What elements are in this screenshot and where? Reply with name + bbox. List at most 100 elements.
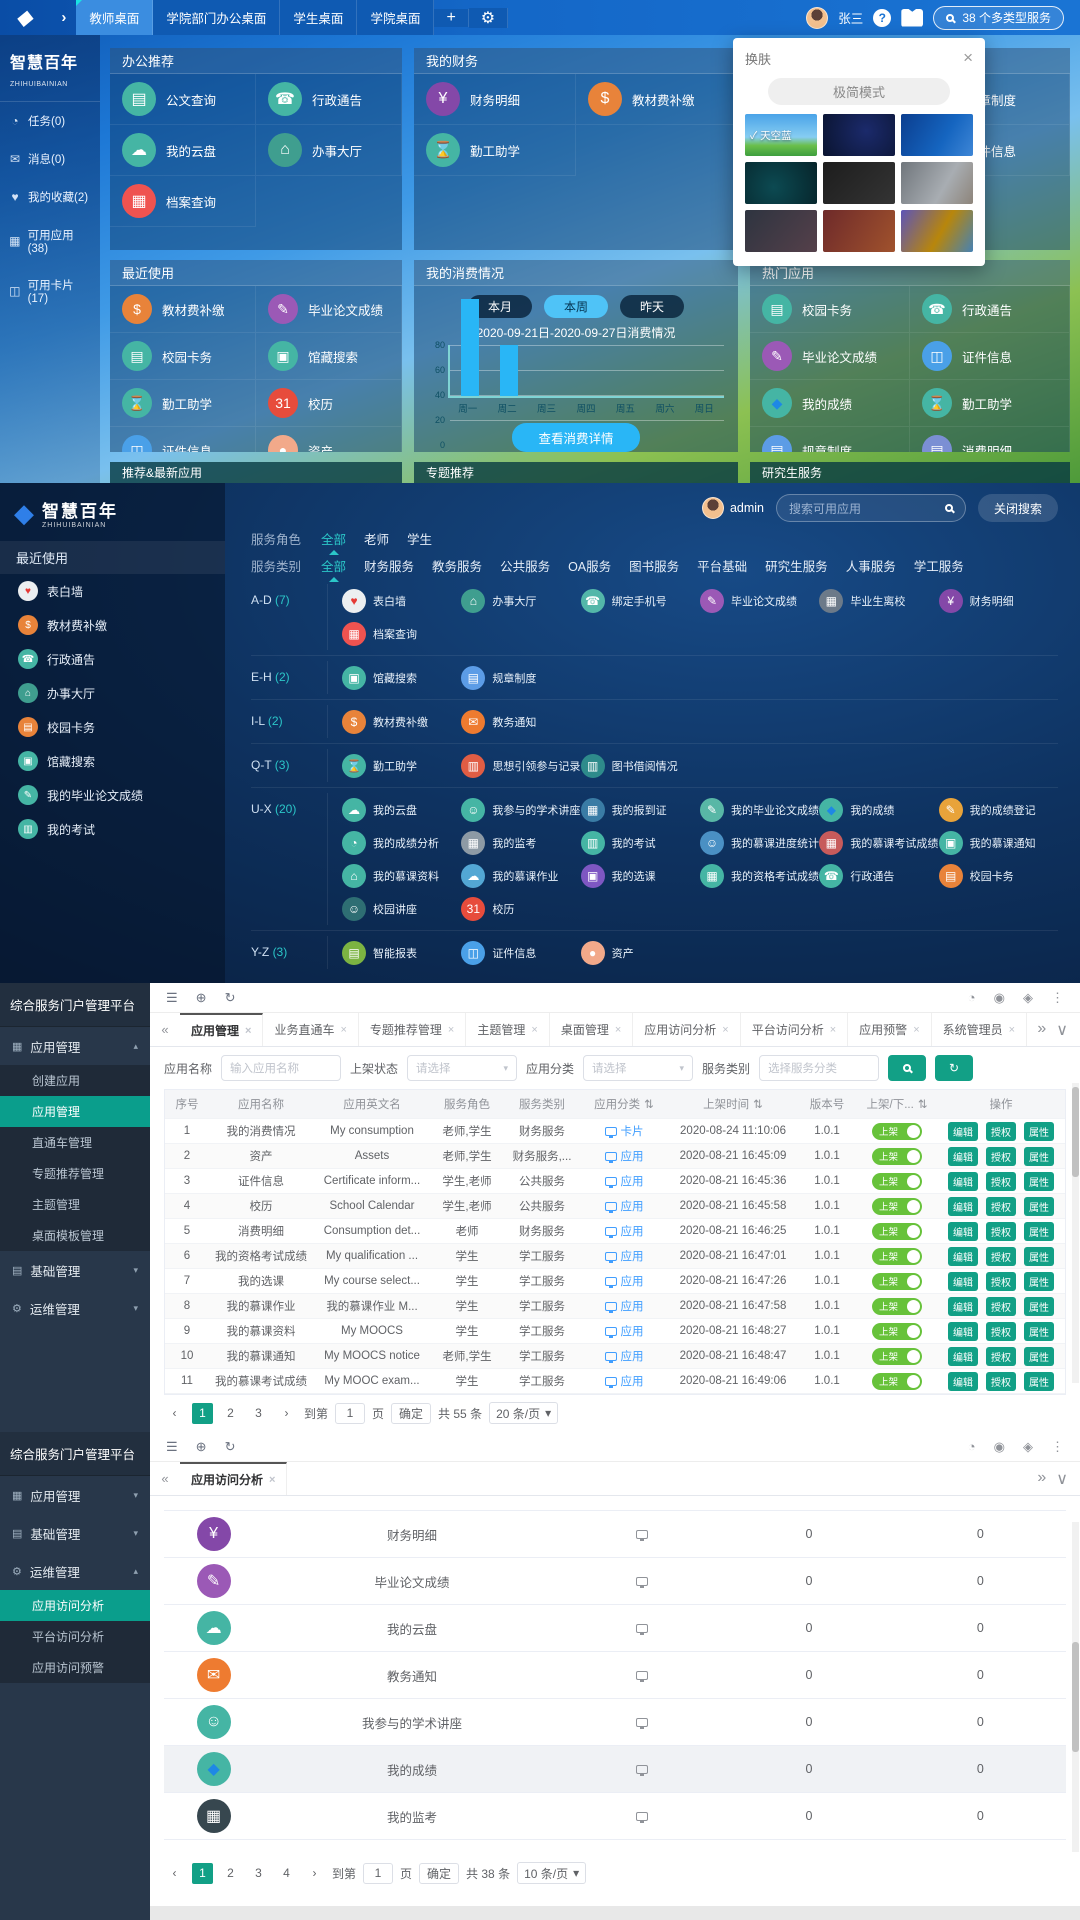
app-item[interactable]: ✎我的毕业论文成绩 — [700, 793, 819, 826]
授权-button[interactable]: 授权 — [986, 1272, 1016, 1291]
menu-group[interactable]: ▤基础管理▾ — [0, 1251, 150, 1289]
编辑-button[interactable]: 编辑 — [948, 1222, 978, 1241]
table-row[interactable]: 8我的慕课作业我的慕课作业 M...学生学工服务应用2020-08-21 16:… — [165, 1294, 1065, 1319]
app-item[interactable]: 31校历 — [461, 892, 580, 925]
refresh-icon[interactable]: ↻ — [225, 990, 236, 1006]
page-1[interactable]: 1 — [192, 1403, 213, 1424]
table-row[interactable]: 7我的选课My course select...学生学工服务应用2020-08-… — [165, 1269, 1065, 1294]
sidebar-item[interactable]: ◫可用卡片(17) — [0, 266, 100, 316]
recent-app-item[interactable]: ☎行政通告 — [0, 642, 225, 676]
online-toggle[interactable]: 上架 — [872, 1373, 922, 1390]
category-option-平台基础[interactable]: 平台基础 — [697, 556, 747, 575]
app-item[interactable]: ▤公文查询 — [110, 74, 256, 125]
app-item[interactable]: ◔我的成绩分析 — [342, 826, 461, 859]
app-item[interactable]: ◆我的成绩 — [750, 380, 910, 427]
recent-app-item[interactable]: ♥表白墙 — [0, 574, 225, 608]
app-item[interactable]: ▦档案查询 — [342, 617, 461, 650]
submenu-item[interactable]: 应用管理 — [0, 1096, 150, 1127]
tab-list-icon[interactable]: ∨ — [1056, 1020, 1068, 1040]
range-tab-昨天[interactable]: 昨天 — [620, 295, 684, 318]
close-icon[interactable]: × — [615, 1024, 621, 1036]
授权-button[interactable]: 授权 — [986, 1347, 1016, 1366]
tab-应用访问分析[interactable]: 应用访问分析× — [180, 1462, 287, 1495]
tag-icon[interactable]: ◈ — [1023, 990, 1033, 1006]
close-icon[interactable]: × — [830, 1024, 836, 1036]
refresh-icon[interactable]: ↻ — [225, 1439, 236, 1455]
授权-button[interactable]: 授权 — [986, 1172, 1016, 1191]
skin-thumbnail-3[interactable] — [901, 114, 973, 156]
recent-app-item[interactable]: ▥我的考试 — [0, 812, 225, 846]
app-item[interactable]: ▣馆藏搜索 — [256, 333, 402, 380]
属性-button[interactable]: 属性 — [1024, 1147, 1054, 1166]
page-1[interactable]: 1 — [192, 1863, 213, 1884]
menu-group[interactable]: ⚙运维管理▾ — [0, 1289, 150, 1327]
change-skin-icon[interactable] — [901, 9, 923, 27]
skin-thumbnail-8[interactable] — [823, 210, 895, 252]
minimal-mode-button[interactable]: 极简模式 — [768, 78, 950, 105]
app-type-link[interactable]: 应用 — [581, 1348, 667, 1364]
app-type-link[interactable]: 应用 — [581, 1248, 667, 1264]
service-search[interactable]: 38 个多类型服务 — [933, 6, 1064, 30]
message-icon[interactable]: ◉ — [994, 1439, 1005, 1455]
role-option-学生[interactable]: 学生 — [407, 529, 432, 548]
编辑-button[interactable]: 编辑 — [948, 1247, 978, 1266]
属性-button[interactable]: 属性 — [1024, 1247, 1054, 1266]
app-item[interactable]: $教材费补缴 — [342, 705, 461, 738]
app-item[interactable]: ¥财务明细 — [939, 584, 1058, 617]
close-icon[interactable]: × — [340, 1024, 346, 1036]
scrollbar[interactable] — [1072, 1522, 1079, 1852]
category-option-公共服务[interactable]: 公共服务 — [500, 556, 550, 575]
table-row[interactable]: 2资产Assets老师,学生财务服务,...应用2020-08-21 16:45… — [165, 1144, 1065, 1169]
online-toggle[interactable]: 上架 — [872, 1173, 922, 1190]
app-type-link[interactable]: 应用 — [581, 1323, 667, 1339]
app-item[interactable]: ▤消费明细 — [910, 427, 1070, 452]
confirm-button[interactable]: 确定 — [419, 1863, 459, 1884]
app-item[interactable]: ▦我的监考 — [461, 826, 580, 859]
close-icon[interactable]: × — [269, 1474, 275, 1486]
app-search-input[interactable]: 搜索可用应用 — [776, 494, 966, 522]
next-page-icon[interactable]: › — [276, 1403, 297, 1424]
app-type-link[interactable]: 应用 — [581, 1148, 667, 1164]
skin-thumbnail-5[interactable] — [823, 162, 895, 204]
layout-icon[interactable]: ☰ — [166, 1439, 178, 1455]
sidebar-item[interactable]: ▦可用应用(38) — [0, 216, 100, 266]
app-item[interactable]: ✎毕业论文成绩 — [750, 333, 910, 380]
app-item[interactable]: ⌛勤工助学 — [110, 380, 256, 427]
属性-button[interactable]: 属性 — [1024, 1222, 1054, 1241]
app-item[interactable]: ⌛勤工助学 — [910, 380, 1070, 427]
编辑-button[interactable]: 编辑 — [948, 1347, 978, 1366]
app-item[interactable]: ▥思想引领参与记录 — [461, 749, 580, 782]
close-icon[interactable]: × — [448, 1024, 454, 1036]
scrollbar[interactable] — [1072, 1083, 1079, 1383]
app-item[interactable]: ▣我的选课 — [581, 859, 700, 892]
desktop-tab-2[interactable]: 学院部门办公桌面 — [153, 0, 280, 35]
confirm-button[interactable]: 确定 — [391, 1403, 431, 1424]
app-item[interactable]: ☎行政通告 — [819, 859, 938, 892]
page-2[interactable]: 2 — [220, 1403, 241, 1424]
online-toggle[interactable]: 上架 — [872, 1348, 922, 1365]
close-icon[interactable]: × — [531, 1024, 537, 1036]
category-option-研究生服务[interactable]: 研究生服务 — [765, 556, 828, 575]
online-toggle[interactable]: 上架 — [872, 1273, 922, 1290]
scroll-tabs-left-icon[interactable]: « — [150, 1022, 180, 1037]
app-item[interactable]: ✎毕业论文成绩 — [700, 584, 819, 617]
menu-group[interactable]: ▤基础管理▾ — [0, 1514, 150, 1552]
tab-桌面管理[interactable]: 桌面管理× — [550, 1013, 633, 1046]
page-3[interactable]: 3 — [248, 1863, 269, 1884]
online-toggle[interactable]: 上架 — [872, 1248, 922, 1265]
app-item[interactable]: ◫证件信息 — [110, 427, 256, 452]
close-icon[interactable]: × — [963, 48, 973, 68]
app-item[interactable]: ▦我的资格考试成绩 — [700, 859, 819, 892]
add-desktop-button[interactable]: + — [434, 9, 468, 27]
编辑-button[interactable]: 编辑 — [948, 1297, 978, 1316]
category-option-人事服务[interactable]: 人事服务 — [846, 556, 896, 575]
app-item[interactable]: ◫证件信息 — [461, 936, 580, 969]
app-type-link[interactable]: 应用 — [581, 1273, 667, 1289]
app-item[interactable]: ⌂我的慕课资料 — [342, 859, 461, 892]
app-item[interactable]: ▤智能报表 — [342, 936, 461, 969]
desktop-tab-4[interactable]: 学院桌面 — [357, 0, 434, 35]
message-icon[interactable]: ◉ — [994, 990, 1005, 1006]
filter-select[interactable]: 请选择▾ — [407, 1055, 517, 1081]
授权-button[interactable]: 授权 — [986, 1297, 1016, 1316]
category-option-教务服务[interactable]: 教务服务 — [432, 556, 482, 575]
